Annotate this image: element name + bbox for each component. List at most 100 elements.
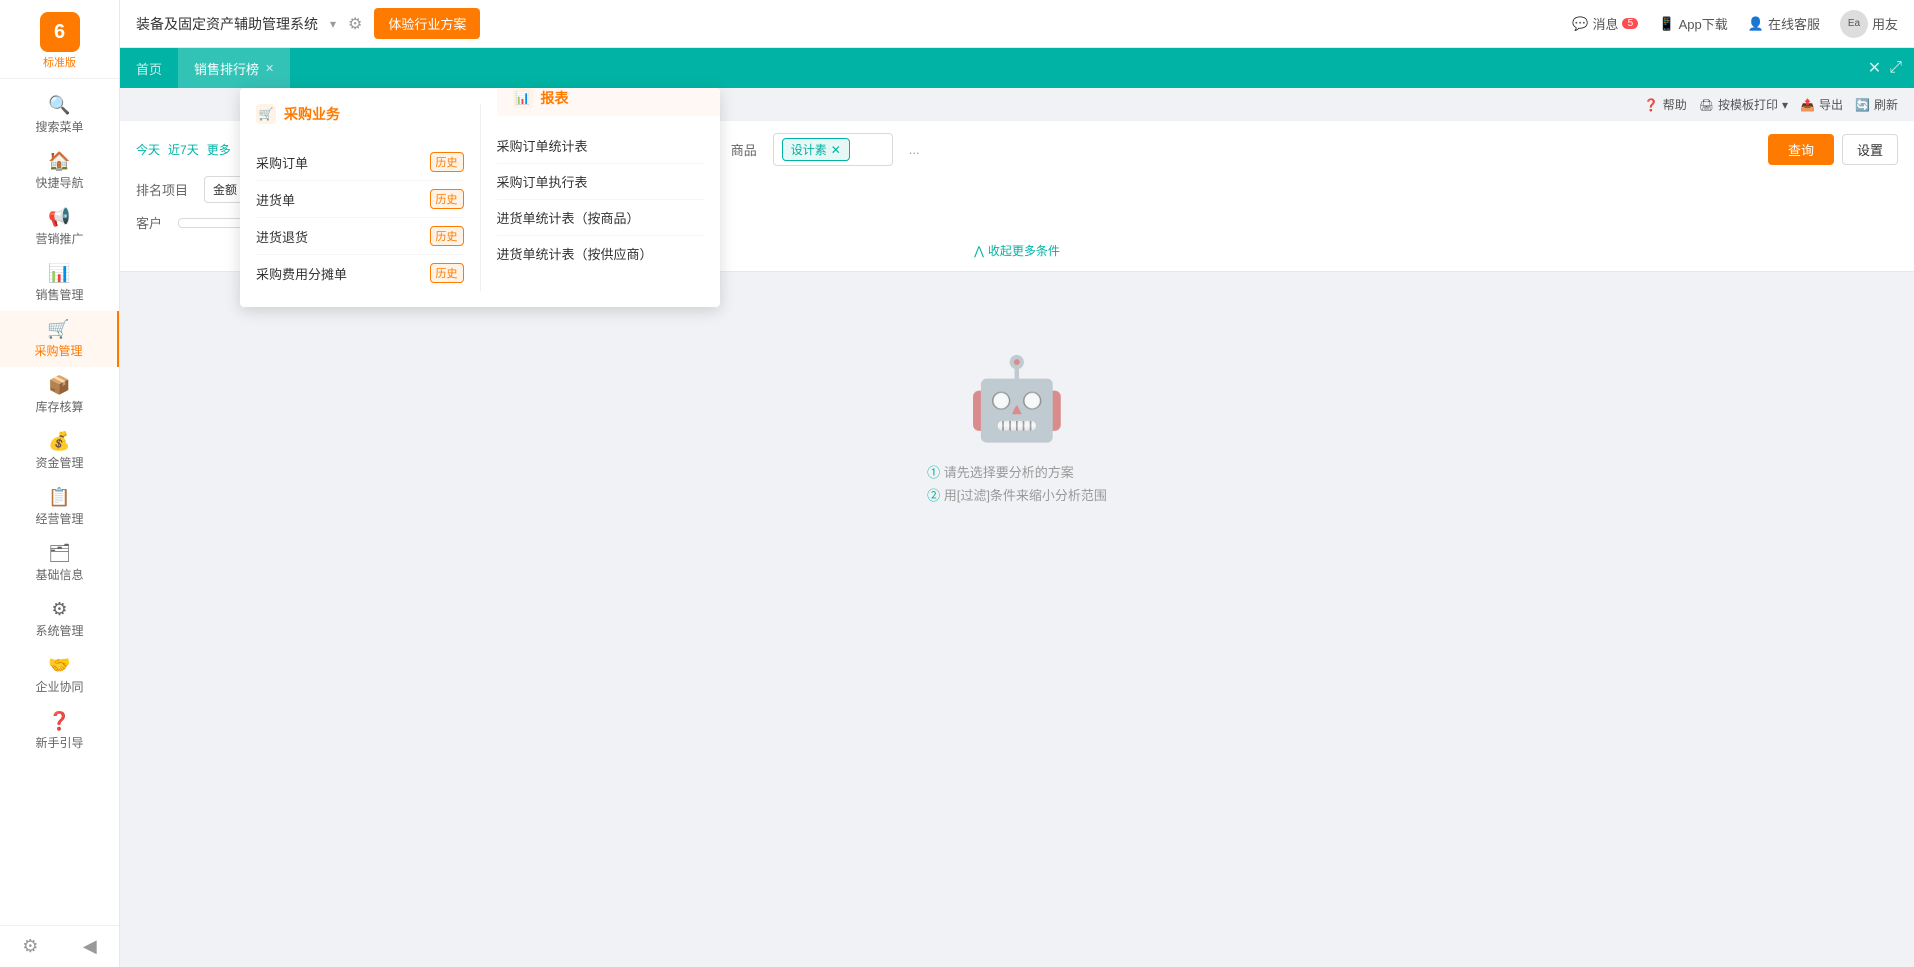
dropdown-item-purchase-expense[interactable]: 采购费用分摊单 历史 xyxy=(256,255,464,291)
header-app-download[interactable]: 📱 App下载 xyxy=(1658,14,1727,33)
sidebar-nav: 🔍搜索菜单🏠快捷导航📢营销推广📊销售管理🛒采购管理📦库存核算💰资金管理📋经营管理… xyxy=(0,79,119,925)
tab-sales-rank-label: 销售排行榜 xyxy=(194,59,259,78)
preset-7days[interactable]: 近7天 xyxy=(168,141,199,158)
empty-tips: ① 请先选择要分析的方案 ② 用[过滤]条件来缩小分析范围 xyxy=(927,462,1107,508)
sidebar-item-guide[interactable]: ❓新手引导 xyxy=(0,703,119,759)
sidebar-item-shortcut[interactable]: 🏠快捷导航 xyxy=(0,143,119,199)
sidebar-item-basic[interactable]: 🗂基础信息 xyxy=(0,535,119,591)
user-avatar: Ea xyxy=(1840,10,1868,38)
sidebar-item-marketing_promo[interactable]: 📢营销推广 xyxy=(0,199,119,255)
tab-sales-rank-close[interactable]: ✕ xyxy=(265,62,274,75)
sidebar-item-inventory[interactable]: 📦库存核算 xyxy=(0,367,119,423)
purchase-section-icon: 🛒 xyxy=(256,104,276,124)
report-section-icon: 📊 xyxy=(513,88,533,108)
system-icon: ⚙ xyxy=(51,599,67,620)
history-badge-2: 历史 xyxy=(430,189,464,209)
report-section: 📊 报表 采购订单统计表 采购订单执行表 进货单统计表（按商品） 进货单统计表（… xyxy=(480,104,705,291)
print-dropdown-icon[interactable]: ▾ xyxy=(1782,98,1788,112)
operation-icon: 📋 xyxy=(48,487,70,508)
user-label: 用友 xyxy=(1872,14,1898,33)
service-label: 在线客服 xyxy=(1768,14,1820,33)
settings-btn[interactable]: 设置 xyxy=(1842,134,1898,165)
message-icon: 💬 xyxy=(1572,16,1588,32)
dropdown-item-purchase-order[interactable]: 采购订单 历史 xyxy=(256,144,464,181)
dropdown-item-purchase-return[interactable]: 进货退货 历史 xyxy=(256,218,464,255)
sidebar-item-system[interactable]: ⚙系统管理 xyxy=(0,591,119,647)
preset-today[interactable]: 今天 xyxy=(136,141,160,158)
header-user[interactable]: Ea 用友 xyxy=(1840,10,1898,38)
empty-illustration: 🤖 xyxy=(967,352,1067,446)
marketing_promo-icon: 📢 xyxy=(48,207,70,228)
help-btn[interactable]: ❓ 帮助 xyxy=(1644,96,1687,113)
sidebar-item-search[interactable]: 🔍搜索菜单 xyxy=(0,87,119,143)
tab-bar-right: ✕ ⤢ xyxy=(1868,58,1914,78)
customer-label: 客户 xyxy=(136,213,162,232)
tab-home-label: 首页 xyxy=(136,59,162,78)
export-btn[interactable]: 📤 导出 xyxy=(1800,96,1843,113)
goods-tag-close[interactable]: ✕ xyxy=(831,143,841,157)
service-icon: 👤 xyxy=(1748,16,1764,32)
sys-title: 装备及固定资产辅助管理系统 xyxy=(136,14,318,34)
sidebar-item-sales[interactable]: 📊销售管理 xyxy=(0,255,119,311)
query-btn[interactable]: 查询 xyxy=(1768,134,1834,165)
enterprise-icon: 🤝 xyxy=(48,655,70,676)
app-logo-label: 标准版 xyxy=(43,54,76,70)
purchase-dropdown-menu: 🛒 采购业务 采购订单 历史 进货单 历史 进货退货 历史 采购费用分摊单 xyxy=(240,88,720,307)
report-section-title: 📊 报表 xyxy=(497,88,721,116)
tab-bar-close-icon[interactable]: ✕ xyxy=(1868,58,1881,78)
finance-icon: 💰 xyxy=(48,431,70,452)
search-icon: 🔍 xyxy=(48,95,70,116)
dropdown-item-in-stat-goods[interactable]: 进货单统计表（按商品） xyxy=(497,200,705,236)
sidebar-item-purchase[interactable]: 🛒采购管理 xyxy=(0,311,119,367)
goods-dots[interactable]: ... xyxy=(909,142,920,157)
message-badge: 5 xyxy=(1622,18,1638,29)
dropdown-item-purchase-in[interactable]: 进货单 历史 xyxy=(256,181,464,218)
filter-action-btns: 查询 设置 xyxy=(1768,134,1898,165)
collapse-btn[interactable]: ⋀ 收起更多条件 xyxy=(974,242,1060,259)
sidebar-item-operation[interactable]: 📋经营管理 xyxy=(0,479,119,535)
tab-bar-expand-icon[interactable]: ⤢ xyxy=(1889,59,1902,77)
app-logo-icon: 6 xyxy=(40,12,80,52)
main-area: 装备及固定资产辅助管理系统 ▾ ⚙ 体验行业方案 💬 消息 5 📱 App下载 … xyxy=(120,0,1914,967)
tip-num-2: ② xyxy=(927,488,940,503)
tab-sales-rank[interactable]: 销售排行榜 ✕ xyxy=(178,48,290,88)
refresh-btn[interactable]: 🔄 刷新 xyxy=(1855,96,1898,113)
preset-more[interactable]: 更多 xyxy=(207,141,231,158)
sys-dropdown-arrow[interactable]: ▾ xyxy=(330,17,336,31)
export-icon: 📤 xyxy=(1800,98,1815,112)
print-icon: 🖨 xyxy=(1699,98,1714,112)
sales-icon: 📊 xyxy=(48,263,70,284)
sidebar-item-enterprise[interactable]: 🤝企业协同 xyxy=(0,647,119,703)
sidebar-collapse-icon[interactable]: ◀ xyxy=(83,936,97,957)
empty-state: 🤖 ① 请先选择要分析的方案 ② 用[过滤]条件来缩小分析范围 xyxy=(120,272,1914,588)
goods-label: 商品 xyxy=(731,140,757,159)
print-btn[interactable]: 🖨 按模板打印 ▾ xyxy=(1699,96,1788,113)
sidebar-item-finance[interactable]: 💰资金管理 xyxy=(0,423,119,479)
collapse-up-icon: ⋀ xyxy=(974,244,984,258)
top-header: 装备及固定资产辅助管理系统 ▾ ⚙ 体验行业方案 💬 消息 5 📱 App下载 … xyxy=(120,0,1914,48)
dropdown-item-purchase-order-stat[interactable]: 采购订单统计表 xyxy=(497,128,705,164)
header-left: 装备及固定资产辅助管理系统 ▾ ⚙ 体验行业方案 xyxy=(136,8,480,39)
tab-home[interactable]: 首页 xyxy=(120,48,178,88)
header-online-service[interactable]: 👤 在线客服 xyxy=(1748,14,1820,33)
history-badge-4: 历史 xyxy=(430,263,464,283)
dropdown-item-in-stat-supplier[interactable]: 进货单统计表（按供应商） xyxy=(497,236,705,271)
dropdown-item-purchase-order-exec[interactable]: 采购订单执行表 xyxy=(497,164,705,200)
tip-num-1: ① xyxy=(927,465,940,480)
inventory-icon: 📦 xyxy=(48,375,70,396)
history-badge-3: 历史 xyxy=(430,226,464,246)
guide-icon: ❓ xyxy=(48,711,70,732)
tab-bar: 首页 销售排行榜 ✕ ✕ ⤢ 🛒 采购业务 采购订单 历史 xyxy=(120,48,1914,88)
help-icon: ❓ xyxy=(1644,98,1659,112)
header-messages[interactable]: 💬 消息 5 xyxy=(1572,14,1638,33)
header-settings-icon[interactable]: ⚙ xyxy=(348,14,362,34)
goods-tag: 设计素 ✕ xyxy=(782,138,850,161)
refresh-icon: 🔄 xyxy=(1855,98,1870,112)
goods-input[interactable]: 设计素 ✕ xyxy=(773,133,893,166)
app-label: App下载 xyxy=(1679,14,1728,33)
sidebar-settings-icon[interactable]: ⚙ xyxy=(22,936,38,957)
industry-btn[interactable]: 体验行业方案 xyxy=(374,8,480,39)
sidebar-logo: 6 标准版 xyxy=(0,0,119,79)
purchase-icon: 🛒 xyxy=(47,319,69,340)
header-right: 💬 消息 5 📱 App下载 👤 在线客服 Ea 用友 xyxy=(1572,10,1898,38)
